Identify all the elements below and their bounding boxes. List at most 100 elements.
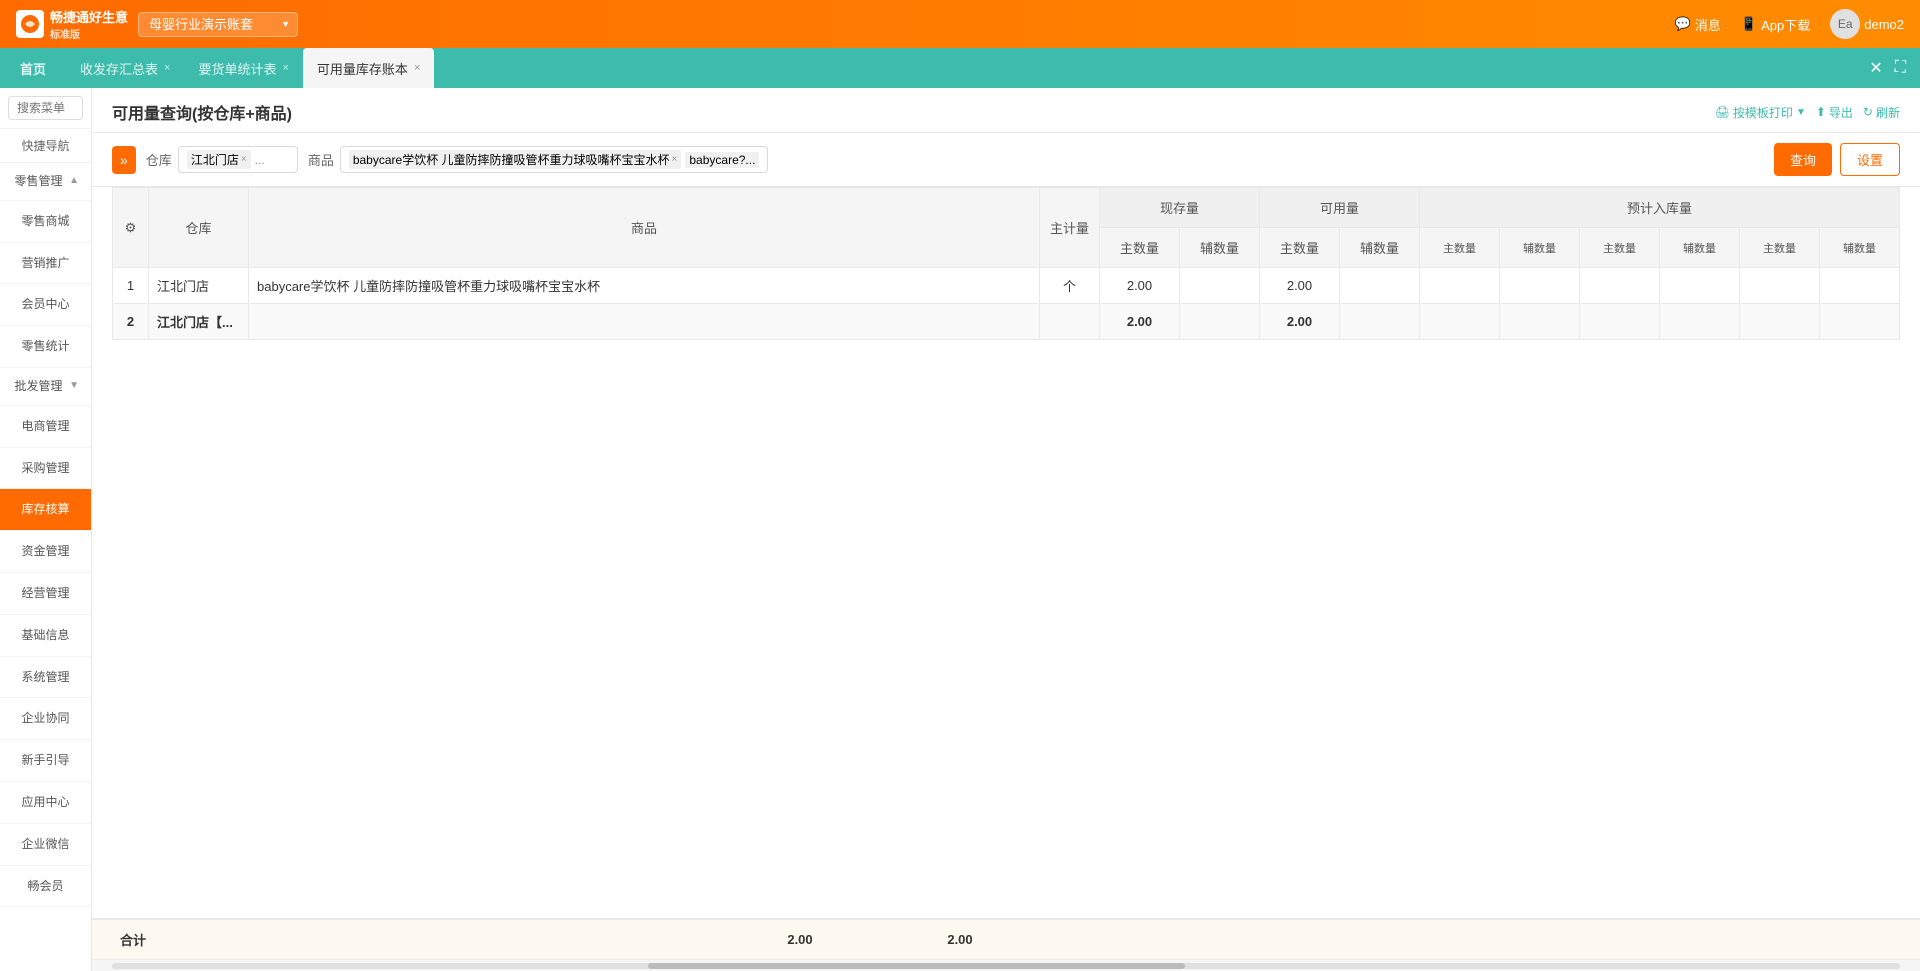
tab-stock-summary-label: 收发存汇总表 — [80, 59, 158, 78]
th-stock-aux: 辅数量 — [1180, 228, 1260, 268]
top-bar-left: 畅捷通好生意 标准版 母婴行业演示账套 — [16, 7, 298, 41]
sidebar-search[interactable] — [0, 88, 91, 129]
th-stock-group: 现存量 — [1100, 188, 1260, 228]
app-label: App下载 — [1761, 15, 1810, 34]
filter-warehouse-tagbox[interactable]: 江北门店 × ... — [178, 146, 298, 173]
message-btn[interactable]: 💬 消息 — [1675, 15, 1721, 34]
scroll-bar-thumb[interactable] — [648, 963, 1184, 969]
cell-stock-aux — [1180, 304, 1260, 340]
filter-product-tagbox[interactable]: babycare学饮杯 儿童防摔防撞吸管杯重力球吸嘴杯宝宝水杯 × babyca… — [340, 146, 769, 173]
tab-order-stats-close[interactable]: × — [282, 62, 288, 74]
sidebar-item-ecommerce-label: 电商管理 — [21, 418, 69, 435]
page-header-actions: 🖨 按模板打印 ▼ ⬆ 导出 ↻ 刷新 — [1715, 104, 1900, 121]
filter-product-tag1-close[interactable]: × — [672, 154, 678, 165]
filter-toggle-btn[interactable]: » — [112, 146, 136, 174]
sidebar-item-wholesale[interactable]: 批发管理 ▼ — [0, 368, 91, 406]
th-incoming-aux: 辅数量 — [1660, 228, 1740, 268]
sidebar-item-ecommerce[interactable]: 电商管理 — [0, 406, 91, 448]
tab-stock-summary-close[interactable]: × — [164, 62, 170, 74]
tab-stock-summary[interactable]: 收发存汇总表 × — [66, 48, 184, 88]
print-btn[interactable]: 🖨 按模板打印 ▼ — [1715, 104, 1806, 121]
print-label: 按模板打印 — [1733, 104, 1793, 121]
tab-bar-right: ✕ ⛶ — [1865, 54, 1920, 82]
enterprise-select-wrap[interactable]: 母婴行业演示账套 — [138, 12, 298, 37]
th-warehouse: 仓库 — [149, 188, 249, 268]
th-product: 商品 — [249, 188, 1040, 268]
filter-warehouse-tag-close[interactable]: × — [241, 154, 247, 165]
th-available-group: 可用量 — [1260, 188, 1420, 228]
sidebar-item-retail-stats-label: 零售统计 — [21, 338, 69, 355]
sidebar-item-vip[interactable]: 畅会员 — [0, 866, 91, 908]
scroll-bar-area[interactable] — [92, 959, 1920, 971]
cell-incoming-aux — [1660, 304, 1740, 340]
tab-expand-icon[interactable]: ⛶ — [1891, 55, 1910, 81]
setting-btn[interactable]: 设置 — [1840, 143, 1900, 176]
filter-warehouse-label: 仓库 — [146, 150, 172, 169]
sidebar-item-app-center[interactable]: 应用中心 — [0, 782, 91, 824]
tab-home[interactable]: 首页 — [0, 48, 66, 88]
sidebar-item-purchase[interactable]: 采购管理 — [0, 448, 91, 490]
th-incoming-main: 主数量 — [1580, 228, 1660, 268]
cell-avail-aux — [1340, 268, 1420, 304]
cell-unit: 个 — [1040, 268, 1100, 304]
filter-product-tag1: babycare学饮杯 儿童防摔防撞吸管杯重力球吸嘴杯宝宝水杯 × — [349, 150, 682, 169]
table-row: 2 江北门店【... 2.00 2.00 — [113, 304, 1900, 340]
top-bar: 畅捷通好生意 标准版 母婴行业演示账套 💬 消息 📱 App下载 Ea demo… — [0, 0, 1920, 48]
sidebar-item-system[interactable]: 系统管理 — [0, 657, 91, 699]
page-header: 可用量查询(按仓库+商品) 🖨 按模板打印 ▼ ⬆ 导出 ↻ 刷新 — [92, 88, 1920, 133]
refresh-btn[interactable]: ↻ 刷新 — [1863, 104, 1900, 121]
sidebar-item-enterprise-collab[interactable]: 企业协同 — [0, 698, 91, 740]
sidebar-item-member-label: 会员中心 — [21, 296, 69, 313]
query-btn[interactable]: 查询 — [1774, 143, 1832, 176]
scroll-bar-track[interactable] — [112, 963, 1900, 969]
sidebar-item-vip-label: 畅会员 — [27, 878, 63, 895]
export-btn[interactable]: ⬆ 导出 — [1816, 104, 1853, 121]
sidebar-item-operations[interactable]: 经营管理 — [0, 573, 91, 615]
sidebar-item-tutorial[interactable]: 新手引导 — [0, 740, 91, 782]
tab-order-stats[interactable]: 要货单统计表 × — [184, 48, 302, 88]
cell-purchase-aux — [1500, 304, 1580, 340]
logo-text-main: 畅捷通好生意 — [50, 7, 128, 26]
sidebar-item-wechat[interactable]: 企业微信 — [0, 824, 91, 866]
sidebar-item-retail-mall[interactable]: 零售商城 — [0, 201, 91, 243]
tab-bar: 首页 收发存汇总表 × 要货单统计表 × 可用量库存账本 × ✕ ⛶ — [0, 48, 1920, 88]
cell-stock-main: 2.00 — [1100, 268, 1180, 304]
filter-product-tag2: babycare?... — [685, 152, 759, 168]
tab-available-stock-close[interactable]: × — [414, 62, 420, 74]
cell-purchase-main — [1420, 304, 1500, 340]
th-gear[interactable]: ⚙ — [113, 188, 149, 268]
cell-product: babycare学饮杯 儿童防摔防撞吸管杯重力球吸嘴杯宝宝水杯 — [249, 268, 1040, 304]
enterprise-select[interactable]: 母婴行业演示账套 — [138, 12, 298, 37]
footer-avail-main: 2.00 — [920, 932, 1000, 947]
tab-available-stock-label: 可用量库存账本 — [317, 59, 408, 78]
cell-unit — [1040, 304, 1100, 340]
sidebar-item-wechat-label: 企业微信 — [21, 836, 69, 853]
sidebar-item-retail-mgmt[interactable]: 零售管理 ▲ — [0, 163, 91, 201]
filter-warehouse-more[interactable]: ... — [255, 153, 265, 167]
sidebar-item-purchase-label: 采购管理 — [21, 460, 69, 477]
user-menu[interactable]: Ea demo2 — [1830, 9, 1904, 39]
tab-close-all-icon[interactable]: ✕ — [1865, 54, 1886, 82]
sidebar-item-finance[interactable]: 资金管理 — [0, 531, 91, 573]
cell-index: 1 — [113, 268, 149, 304]
cell-warehouse: 江北门店 — [149, 268, 249, 304]
sidebar: 快捷导航 零售管理 ▲ 零售商城 营销推广 会员中心 零售统计 批发管理 ▼ 电… — [0, 88, 92, 971]
tab-available-stock[interactable]: 可用量库存账本 × — [303, 48, 434, 88]
app-download-btn[interactable]: 📱 App下载 — [1741, 15, 1810, 34]
sidebar-item-marketing[interactable]: 营销推广 — [0, 243, 91, 285]
cell-incoming-aux — [1660, 268, 1740, 304]
sidebar-item-basic-info[interactable]: 基础信息 — [0, 615, 91, 657]
sidebar-item-inventory[interactable]: 库存核算 — [0, 489, 91, 531]
filter-product-label: 商品 — [308, 150, 334, 169]
sidebar-item-retail-stats[interactable]: 零售统计 — [0, 326, 91, 368]
search-input[interactable] — [8, 96, 83, 120]
th-avail-aux: 辅数量 — [1340, 228, 1420, 268]
cell-avail-main: 2.00 — [1260, 304, 1340, 340]
user-initials: Ea — [1838, 17, 1853, 31]
cell-production-main — [1740, 304, 1820, 340]
sidebar-nav-btn[interactable]: 快捷导航 — [0, 129, 91, 163]
sidebar-item-operations-label: 经营管理 — [21, 585, 69, 602]
sidebar-item-wholesale-arrow: ▼ — [69, 379, 79, 393]
sidebar-item-member[interactable]: 会员中心 — [0, 284, 91, 326]
th-avail-main: 主数量 — [1260, 228, 1340, 268]
